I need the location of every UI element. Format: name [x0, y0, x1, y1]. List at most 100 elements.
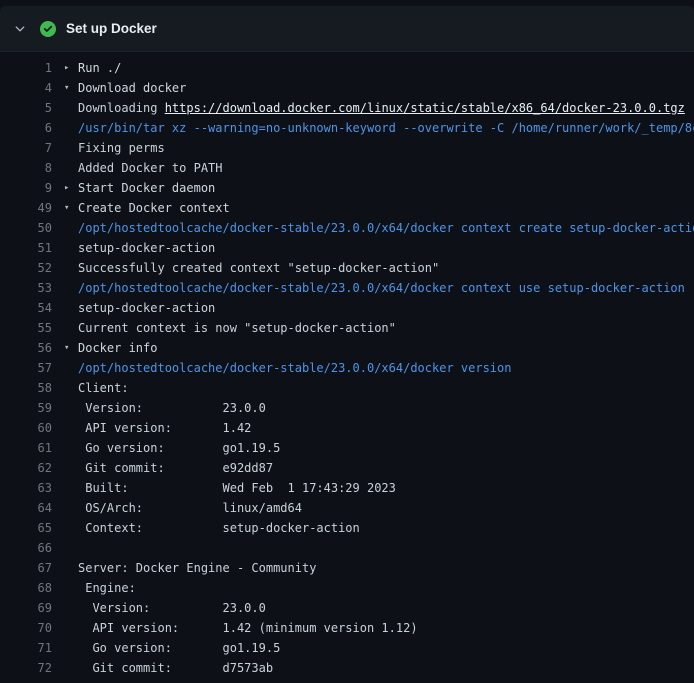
line-number-link[interactable]: 51 — [0, 238, 52, 258]
log-group-row[interactable]: 9 ▸Start Docker daemon — [0, 178, 694, 198]
line-number-link[interactable]: 71 — [0, 638, 52, 658]
log-line: 64 OS/Arch: linux/amd64 — [0, 498, 694, 518]
line-number-link[interactable]: 57 — [0, 358, 52, 378]
log-line: 63 Built: Wed Feb 1 17:43:29 2023 — [0, 478, 694, 498]
log-text: Fixing perms — [64, 138, 694, 158]
log-line: 61 Go version: go1.19.5 — [0, 438, 694, 458]
line-number-link[interactable]: 59 — [0, 398, 52, 418]
log-line: 53/opt/hostedtoolcache/docker-stable/23.… — [0, 278, 694, 298]
log-line: 66 — [0, 538, 694, 558]
group-label: Docker info — [78, 341, 157, 355]
log-line: 52 Successfully created context "setup-do… — [0, 258, 694, 278]
line-number-link[interactable]: 60 — [0, 418, 52, 438]
group-label: Run ./ — [78, 61, 121, 75]
line-number-link[interactable]: 6 — [0, 118, 52, 138]
line-number-link[interactable]: 68 — [0, 578, 52, 598]
line-number-link[interactable]: 54 — [0, 298, 52, 318]
log-line: 71 Go version: go1.19.5 — [0, 638, 694, 658]
log-text: API version: 1.42 — [64, 418, 694, 438]
log-line: 54setup-docker-action — [0, 298, 694, 318]
group-header: ▾Download docker — [64, 78, 694, 98]
log-group-row[interactable]: 49 ▾Create Docker context — [0, 198, 694, 218]
log-text: Context: setup-docker-action — [64, 518, 694, 538]
log-line: 55 Current context is now "setup-docker-a… — [0, 318, 694, 338]
line-number-link[interactable]: 70 — [0, 618, 52, 638]
line-number-link[interactable]: 63 — [0, 478, 52, 498]
group-header: ▸Start Docker daemon — [64, 178, 694, 198]
line-number-link[interactable]: 9 — [0, 178, 52, 198]
triangle-expanded-icon: ▾ — [64, 198, 78, 218]
chevron-down-icon[interactable] — [12, 21, 28, 37]
line-number-link[interactable]: 52 — [0, 258, 52, 278]
group-header: ▸Run ./ — [64, 58, 694, 78]
line-number-link[interactable]: 72 — [0, 658, 52, 678]
log-text: Go version: go1.19.5 — [64, 438, 694, 458]
line-number-link[interactable]: 7 — [0, 138, 52, 158]
line-number-link[interactable]: 49 — [0, 198, 52, 218]
step-title: Set up Docker — [66, 21, 157, 36]
line-number-link[interactable]: 56 — [0, 338, 52, 358]
line-number-link[interactable]: 65 — [0, 518, 52, 538]
log-text: Git commit: e92dd87 — [64, 458, 694, 478]
log-line: 6/usr/bin/tar xz --warning=no-unknown-ke… — [0, 118, 694, 138]
log-line: 7 Fixing perms — [0, 138, 694, 158]
log-text: Successfully created context "setup-dock… — [64, 258, 694, 278]
log-line: 5 Downloading https://download.docker.com… — [0, 98, 694, 118]
log-group-row[interactable]: 4 ▾Download docker — [0, 78, 694, 98]
line-number-link[interactable]: 55 — [0, 318, 52, 338]
log-lines: 1▸Run ./4▾Download docker5Downloading ht… — [0, 52, 694, 678]
check-circle-success-icon — [40, 21, 56, 37]
log-text: setup-docker-action — [64, 238, 694, 258]
log-line: 58Client: — [0, 378, 694, 398]
step-header[interactable]: Set up Docker — [0, 6, 694, 52]
log-command-text: /usr/bin/tar xz --warning=no-unknown-key… — [64, 118, 694, 138]
line-number-link[interactable]: 8 — [0, 158, 52, 178]
log-text: Go version: go1.19.5 — [64, 638, 694, 658]
group-header: ▾Docker info — [64, 338, 694, 358]
download-url-link[interactable]: https://download.docker.com/linux/static… — [165, 101, 685, 115]
line-number-link[interactable]: 61 — [0, 438, 52, 458]
log-text: Version: 23.0.0 — [64, 598, 694, 618]
log-line: 65 Context: setup-docker-action — [0, 518, 694, 538]
log-line: 8Added Docker to PATH — [0, 158, 694, 178]
line-number-link[interactable]: 69 — [0, 598, 52, 618]
log-line: 68 Engine: — [0, 578, 694, 598]
line-number-link[interactable]: 5 — [0, 98, 52, 118]
log-text: Version: 23.0.0 — [64, 398, 694, 418]
log-text: Current context is now "setup-docker-act… — [64, 318, 694, 338]
log-line: 69 Version: 23.0.0 — [0, 598, 694, 618]
line-number-link[interactable]: 1 — [0, 58, 52, 78]
line-number-link[interactable]: 58 — [0, 378, 52, 398]
triangle-expanded-icon: ▾ — [64, 78, 78, 98]
line-number-link[interactable]: 67 — [0, 558, 52, 578]
log-group-row[interactable]: 56 ▾Docker info — [0, 338, 694, 358]
log-text: API version: 1.42 (minimum version 1.12) — [64, 618, 694, 638]
log-group-row[interactable]: 1 ▸Run ./ — [0, 58, 694, 78]
log-text: Built: Wed Feb 1 17:43:29 2023 — [64, 478, 694, 498]
group-header: ▾Create Docker context — [64, 198, 694, 218]
line-number-link[interactable]: 50 — [0, 218, 52, 238]
line-number-link[interactable]: 66 — [0, 538, 52, 558]
line-number-link[interactable]: 53 — [0, 278, 52, 298]
log-line: 51 setup-docker-action — [0, 238, 694, 258]
line-number-link[interactable]: 62 — [0, 458, 52, 478]
log-line: 72 Git commit: d7573ab — [0, 658, 694, 678]
log-line: 67 Server: Docker Engine - Community — [0, 558, 694, 578]
group-label: Download docker — [78, 81, 186, 95]
log-line: 59 Version: 23.0.0 — [0, 398, 694, 418]
log-text: Server: Docker Engine - Community — [64, 558, 694, 578]
triangle-expanded-icon: ▾ — [64, 338, 78, 358]
log-command-text: /opt/hostedtoolcache/docker-stable/23.0.… — [64, 358, 694, 378]
actions-log-panel: Set up Docker 1▸Run ./4▾Download docker5… — [0, 0, 694, 683]
log-text — [64, 538, 694, 558]
log-text-prefix: Downloading — [78, 101, 165, 115]
line-number-link[interactable]: 64 — [0, 498, 52, 518]
log-line: 70 API version: 1.42 (minimum version 1.… — [0, 618, 694, 638]
triangle-collapsed-icon: ▸ — [64, 58, 78, 78]
log-line: 57/opt/hostedtoolcache/docker-stable/23.… — [0, 358, 694, 378]
line-number-link[interactable]: 4 — [0, 78, 52, 98]
group-label: Create Docker context — [78, 201, 230, 215]
group-label: Start Docker daemon — [78, 181, 215, 195]
log-line: 60 API version: 1.42 — [0, 418, 694, 438]
log-text: Git commit: d7573ab — [64, 658, 694, 678]
